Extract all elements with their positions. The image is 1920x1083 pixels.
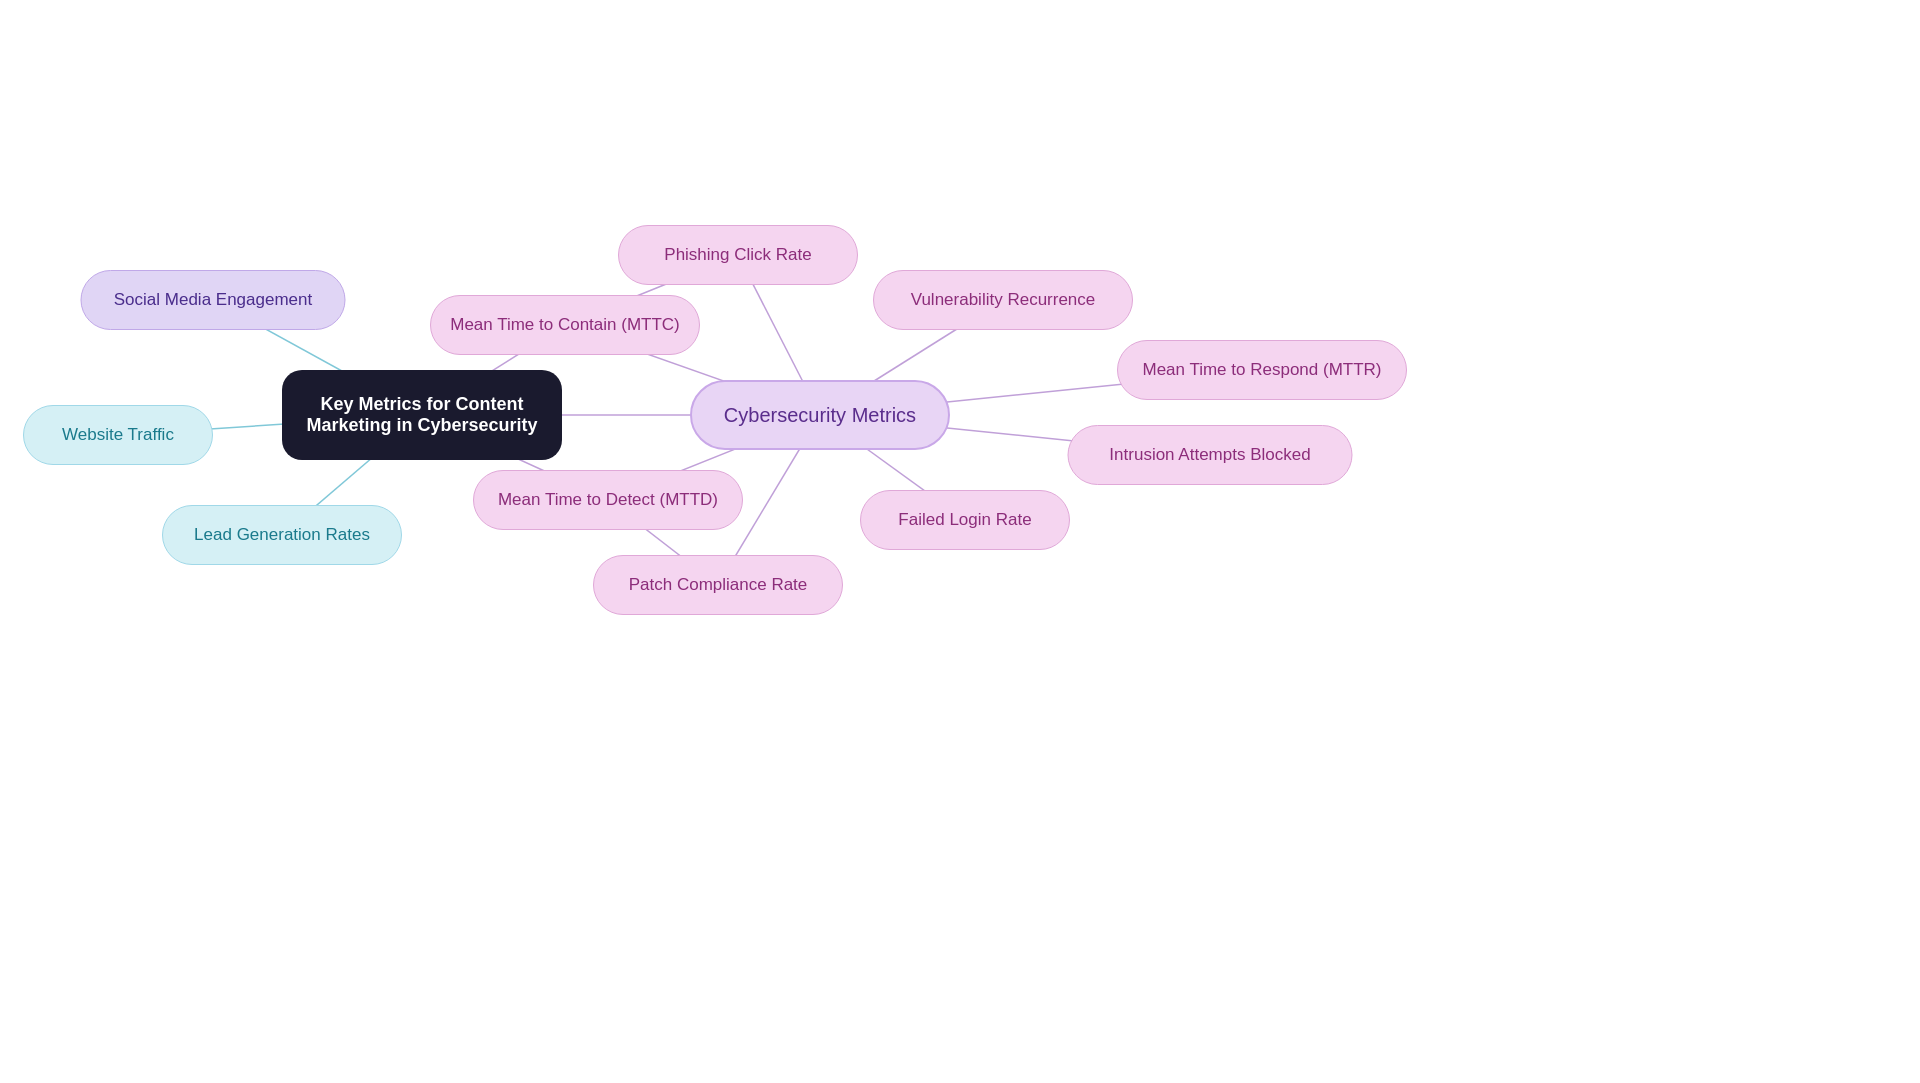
vulnerability-node: Vulnerability Recurrence xyxy=(873,270,1133,330)
lead-gen-node: Lead Generation Rates xyxy=(162,505,402,565)
mttd-label: Mean Time to Detect (MTTD) xyxy=(498,490,718,510)
failed-login-node: Failed Login Rate xyxy=(860,490,1070,550)
center-label: Key Metrics for Content Marketing in Cyb… xyxy=(282,394,562,436)
cyber-label: Cybersecurity Metrics xyxy=(724,404,916,427)
intrusion-node: Intrusion Attempts Blocked xyxy=(1068,425,1353,485)
patch-label: Patch Compliance Rate xyxy=(629,575,808,595)
patch-node: Patch Compliance Rate xyxy=(593,555,843,615)
mttr-label: Mean Time to Respond (MTTR) xyxy=(1142,360,1381,380)
website-traffic-label: Website Traffic xyxy=(62,425,174,445)
mttd-node: Mean Time to Detect (MTTD) xyxy=(473,470,743,530)
mttc-label: Mean Time to Contain (MTTC) xyxy=(450,315,680,335)
mttc-node: Mean Time to Contain (MTTC) xyxy=(430,295,700,355)
phishing-label: Phishing Click Rate xyxy=(664,245,811,265)
social-media-label: Social Media Engagement xyxy=(114,290,312,310)
social-media-node: Social Media Engagement xyxy=(81,270,346,330)
website-traffic-node: Website Traffic xyxy=(23,405,213,465)
cyber-metrics-node: Cybersecurity Metrics xyxy=(690,380,950,450)
lead-gen-label: Lead Generation Rates xyxy=(194,525,370,545)
phishing-node: Phishing Click Rate xyxy=(618,225,858,285)
mttr-node: Mean Time to Respond (MTTR) xyxy=(1117,340,1407,400)
vulnerability-label: Vulnerability Recurrence xyxy=(911,290,1096,310)
failed-login-label: Failed Login Rate xyxy=(898,510,1031,530)
intrusion-label: Intrusion Attempts Blocked xyxy=(1109,445,1310,465)
center-node: Key Metrics for Content Marketing in Cyb… xyxy=(282,370,562,460)
